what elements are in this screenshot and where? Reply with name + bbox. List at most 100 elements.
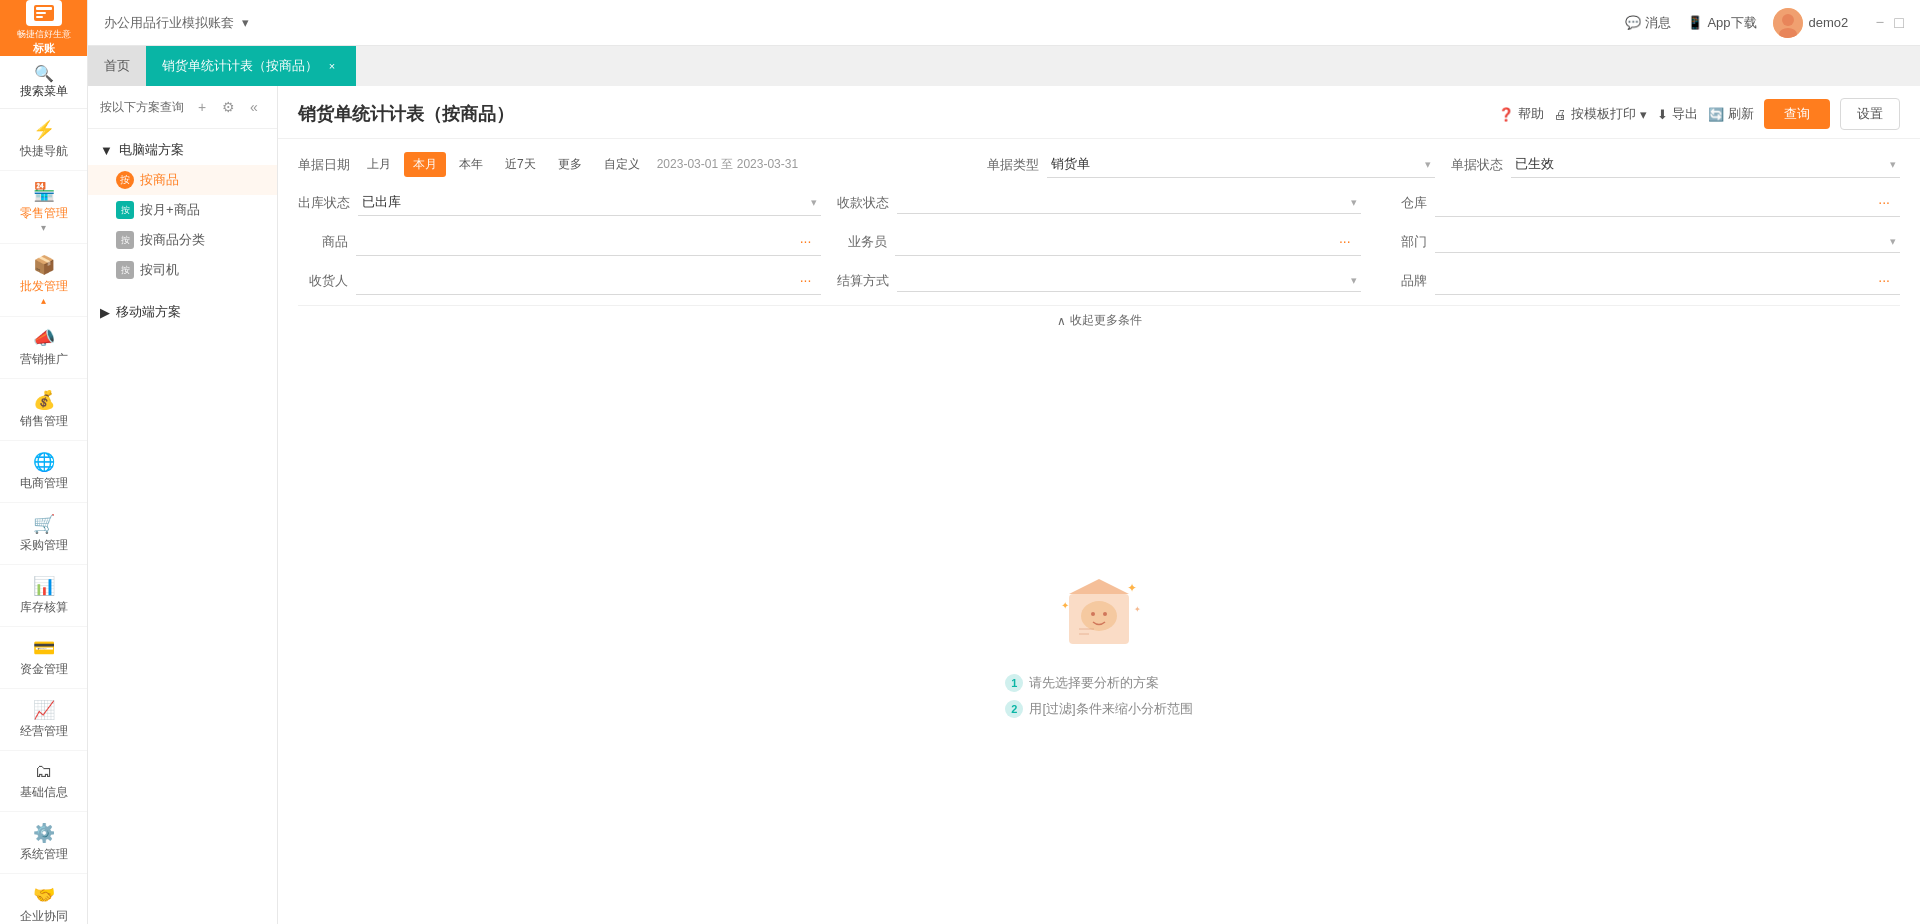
sidebar-item-wholesale[interactable]: 📦 批发管理 ▴: [0, 244, 87, 317]
app-download-link[interactable]: 📱 App下载: [1687, 14, 1756, 32]
top-header: 办公用品行业模拟账套 ▾ 💬 消息 📱 App下载 de: [88, 0, 1920, 46]
sidebar-item-ecom[interactable]: 🌐 电商管理: [0, 441, 87, 503]
tree-arrow-pc: ▼: [100, 143, 113, 158]
date-btn-last-month[interactable]: 上月: [358, 152, 400, 177]
scheme-icon-by-cashier: 按: [116, 261, 134, 279]
doc-status-label: 单据状态: [1451, 156, 1503, 174]
filter-out-status-field: 出库状态 已出库 ▾: [298, 189, 821, 216]
message-link[interactable]: 💬 消息: [1625, 14, 1671, 32]
filter-salesman-field: 业务员 ···: [837, 227, 1360, 256]
warehouse-select[interactable]: ···: [1435, 188, 1900, 217]
sidebar-item-sales[interactable]: 💰 销售管理: [0, 379, 87, 441]
print-link[interactable]: 🖨 按模板打印 ▾: [1554, 105, 1647, 123]
doc-type-value: 销货单: [1051, 155, 1426, 173]
filter-date-field: 单据日期 上月 本月 本年 近7天 更多 自定义 2023-03-01 至 20…: [298, 152, 971, 177]
sidebar-item-label: 企业协同: [20, 908, 68, 924]
settings-button[interactable]: 设置: [1840, 98, 1900, 130]
panel-actions: + ⚙ «: [191, 96, 265, 118]
sidebar-item-enterprise[interactable]: 🤝 企业协同: [0, 874, 87, 924]
maximize-button[interactable]: □: [1894, 14, 1904, 32]
sidebar-item-label: 零售管理: [20, 205, 68, 222]
sidebar-item-purchase[interactable]: 🛒 采购管理: [0, 503, 87, 565]
add-scheme-button[interactable]: +: [191, 96, 213, 118]
doc-status-select[interactable]: 已生效 ▾: [1511, 151, 1900, 178]
salesman-select[interactable]: ···: [895, 227, 1360, 256]
date-btn-7days[interactable]: 近7天: [496, 152, 545, 177]
sidebar-item-inventory[interactable]: 📊 库存核算: [0, 565, 87, 627]
sidebar-item-system[interactable]: ⚙️ 系统管理: [0, 812, 87, 874]
scheme-icon-by-month-goods: 按: [116, 201, 134, 219]
svg-point-11: [1103, 612, 1107, 616]
sidebar-item-retail[interactable]: 🏪 零售管理 ▾: [0, 171, 87, 244]
page-actions: ❓ 帮助 🖨 按模板打印 ▾ ⬇ 导出 🔄 刷新: [1498, 98, 1900, 130]
scheme-icon-by-goods: 按: [116, 171, 134, 189]
minimize-button[interactable]: －: [1872, 12, 1888, 33]
empty-state-image: ✦ ✦ ✦: [1039, 554, 1159, 654]
download-icon: 📱: [1687, 15, 1703, 30]
payment-arrow: ▾: [1351, 274, 1357, 287]
recv-status-arrow: ▾: [1351, 196, 1357, 209]
collapse-panel-button[interactable]: «: [243, 96, 265, 118]
date-btn-more[interactable]: 更多: [549, 152, 591, 177]
payment-select[interactable]: ▾: [897, 270, 1360, 292]
help-link[interactable]: ❓ 帮助: [1498, 105, 1544, 123]
receiver-select[interactable]: ···: [356, 266, 821, 295]
svg-text:✦: ✦: [1061, 600, 1069, 611]
doc-type-select[interactable]: 销货单 ▾: [1047, 151, 1436, 178]
sidebar-item-label: 系统管理: [20, 846, 68, 863]
collapse-button[interactable]: ∧ 收起更多条件: [298, 305, 1900, 335]
sidebar-item-label: 电商管理: [20, 475, 68, 492]
warehouse-dots[interactable]: ···: [1872, 192, 1896, 212]
empty-state: ✦ ✦ ✦ 1 请先选择要分析的方案 2 用[过滤]条: [278, 347, 1920, 924]
search-menu[interactable]: 🔍 搜索菜单: [0, 56, 87, 109]
tab-close-button[interactable]: ×: [324, 58, 340, 74]
dept-arrow: ▾: [1890, 235, 1896, 248]
main-area: 办公用品行业模拟账套 ▾ 💬 消息 📱 App下载 de: [88, 0, 1920, 924]
settings-scheme-button[interactable]: ⚙: [217, 96, 239, 118]
refresh-link[interactable]: 🔄 刷新: [1708, 105, 1754, 123]
date-btn-this-month[interactable]: 本月: [404, 152, 446, 177]
dept-select[interactable]: ▾: [1435, 231, 1900, 253]
out-status-select[interactable]: 已出库 ▾: [358, 189, 821, 216]
tree-parent-pc[interactable]: ▼ 电脑端方案: [88, 135, 277, 165]
export-link[interactable]: ⬇ 导出: [1657, 105, 1698, 123]
tree-child-by-goods[interactable]: 按 按商品: [88, 165, 277, 195]
sidebar-item-base[interactable]: 🗂 基础信息: [0, 751, 87, 812]
svg-rect-3: [36, 16, 43, 18]
window-controls: － □: [1872, 12, 1904, 33]
tab-home[interactable]: 首页: [88, 46, 146, 86]
brand-dots[interactable]: ···: [1872, 270, 1896, 290]
filter-goods-field: 商品 ···: [298, 227, 821, 256]
workspace-selector[interactable]: 办公用品行业模拟账套 ▾: [104, 14, 249, 32]
sidebar-item-label: 销售管理: [20, 413, 68, 430]
goods-label: 商品: [298, 233, 348, 251]
goods-select[interactable]: ···: [356, 227, 821, 256]
receiver-dots[interactable]: ···: [794, 270, 818, 290]
goods-dots[interactable]: ···: [794, 231, 818, 251]
date-label: 单据日期: [298, 156, 350, 174]
query-button[interactable]: 查询: [1764, 99, 1830, 129]
sidebar-item-operations[interactable]: 📈 经营管理: [0, 689, 87, 751]
sidebar-item-marketing[interactable]: 📣 营销推广: [0, 317, 87, 379]
tree-child-by-cashier[interactable]: 按 按司机: [88, 255, 277, 285]
brand-select[interactable]: ···: [1435, 266, 1900, 295]
tree-parent-mobile[interactable]: ▶ 移动端方案: [88, 297, 277, 327]
date-btn-custom[interactable]: 自定义: [595, 152, 649, 177]
sidebar-item-finance[interactable]: 💳 资金管理: [0, 627, 87, 689]
refresh-icon: 🔄: [1708, 107, 1724, 122]
sidebar-item-nav[interactable]: ⚡ 批发管理 快捷导航: [0, 109, 87, 171]
page-title-bar: 销货单统计计表（按商品） ❓ 帮助 🖨 按模板打印 ▾ ⬇ 导出: [278, 86, 1920, 139]
user-avatar[interactable]: demo2: [1773, 8, 1849, 38]
doc-type-arrow: ▾: [1425, 158, 1431, 171]
date-btn-this-year[interactable]: 本年: [450, 152, 492, 177]
tab-active[interactable]: 销货单统计计表（按商品） ×: [146, 46, 356, 86]
tree-child-by-month-goods[interactable]: 按 按月+商品: [88, 195, 277, 225]
tree-child-by-goods-cat[interactable]: 按 按商品分类: [88, 225, 277, 255]
page-title: 销货单统计计表（按商品）: [298, 102, 514, 126]
message-icon: 💬: [1625, 15, 1641, 30]
salesman-dots[interactable]: ···: [1333, 231, 1357, 251]
svg-marker-8: [1069, 579, 1129, 594]
salesman-label: 业务员: [837, 233, 887, 251]
warehouse-label: 仓库: [1377, 194, 1427, 212]
recv-status-select[interactable]: ▾: [897, 192, 1360, 214]
